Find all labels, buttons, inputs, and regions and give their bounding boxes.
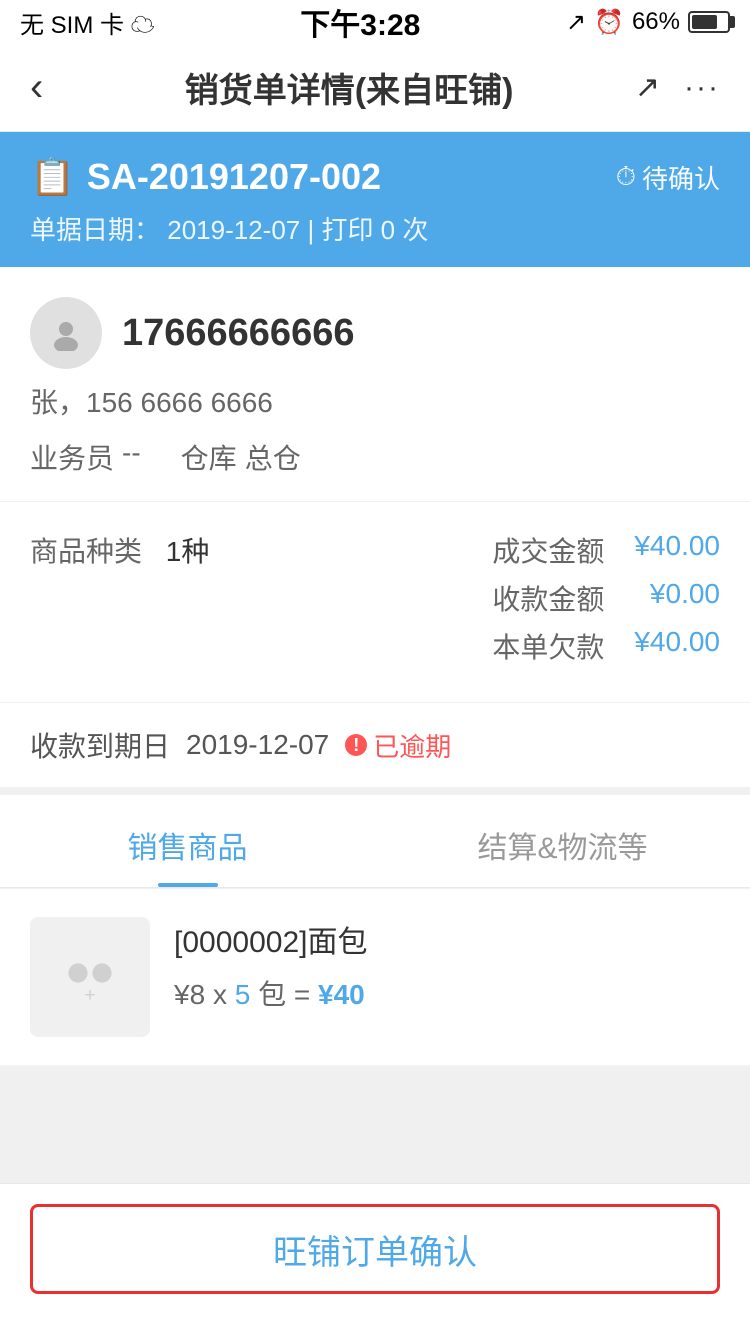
order-icon: 📋 xyxy=(30,156,75,198)
battery-icon xyxy=(688,11,730,33)
due-date-section: 收款到期日 2019-12-07 ! 已逾期 xyxy=(0,703,750,795)
summary-section: 商品种类 1种 成交金额 ¥40.00 收款金额 ¥0.00 本单欠款 ¥40.… xyxy=(0,502,750,703)
salesman-value: -- xyxy=(122,437,141,477)
product-type-value: 1种 xyxy=(166,536,210,567)
sim-status: 无 SIM 卡 ☁ xyxy=(20,5,155,40)
received-label: 收款金额 xyxy=(492,578,604,618)
order-date: 单据日期： 2019-12-07 | 打印 0 次 xyxy=(30,210,720,247)
tab-bar: 销售商品 结算&物流等 xyxy=(0,795,750,888)
customer-name: 张，156 6666 6666 xyxy=(30,381,720,421)
order-id: 📋 SA-20191207-002 xyxy=(30,156,381,198)
due-date-label: 收款到期日 xyxy=(30,725,170,765)
alarm-icon: ⏰ xyxy=(594,8,624,37)
svg-text:+: + xyxy=(84,985,95,1006)
warehouse-value: 总仓 xyxy=(245,437,301,477)
status-time: 下午3:28 xyxy=(300,0,420,44)
battery-text: 66% xyxy=(632,8,680,36)
product-total: ¥40 xyxy=(318,979,365,1010)
received-amount-row: 收款金额 ¥0.00 xyxy=(492,578,720,618)
more-button[interactable]: ··· xyxy=(684,71,720,105)
clock-icon: ⏱ xyxy=(616,161,636,193)
overdue-badge: ! 已逾期 xyxy=(345,727,451,764)
share-button[interactable]: ↗ xyxy=(635,70,660,105)
status-bar: 无 SIM 卡 ☁ 下午3:28 ↗ ⏰ 66% xyxy=(0,0,750,44)
tab-settlement[interactable]: 结算&物流等 xyxy=(375,795,750,887)
customer-section: 17666666666 张，156 6666 6666 业务员 -- 仓库 总仓 xyxy=(0,267,750,502)
customer-meta: 业务员 -- 仓库 总仓 xyxy=(30,437,720,477)
bottom-action-bar: 旺铺订单确认 xyxy=(0,1183,750,1334)
back-button[interactable]: ‹ xyxy=(30,65,63,110)
debt-amount: ¥40.00 xyxy=(634,626,720,666)
confirm-order-button[interactable]: 旺铺订单确认 xyxy=(30,1204,720,1294)
product-qty: 5 xyxy=(235,979,251,1010)
nav-actions: ↗ ··· xyxy=(635,70,720,105)
product-item: + [0000002]面包 ¥8 x 5 包 = ¥40 xyxy=(0,889,750,1066)
salesman-label: 业务员 xyxy=(30,437,114,477)
received-amount: ¥0.00 xyxy=(650,578,720,618)
transaction-amount-row: 成交金额 ¥40.00 xyxy=(492,530,720,570)
amount-summary: 成交金额 ¥40.00 收款金额 ¥0.00 本单欠款 ¥40.00 xyxy=(492,530,720,674)
overdue-text: 已逾期 xyxy=(373,727,451,764)
product-details: [0000002]面包 ¥8 x 5 包 = ¥40 xyxy=(174,917,720,1013)
order-status: ⏱ 待确认 xyxy=(616,159,720,196)
overdue-dot-icon: ! xyxy=(345,734,367,756)
product-price: ¥8 x 5 包 = ¥40 xyxy=(174,973,720,1013)
debt-amount-row: 本单欠款 ¥40.00 xyxy=(492,626,720,666)
warehouse-label: 仓库 xyxy=(181,437,237,477)
product-type-label: 商品种类 xyxy=(30,536,142,567)
customer-avatar xyxy=(30,297,102,369)
tab-products[interactable]: 销售商品 xyxy=(0,795,375,887)
debt-label: 本单欠款 xyxy=(492,626,604,666)
status-left: 无 SIM 卡 ☁ xyxy=(20,5,155,40)
transaction-label: 成交金额 xyxy=(492,530,604,570)
customer-phone: 17666666666 xyxy=(122,312,354,355)
product-thumbnail: + xyxy=(30,917,150,1037)
product-name: [0000002]面包 xyxy=(174,917,720,961)
nav-bar: ‹ 销货单详情(来自旺铺) ↗ ··· xyxy=(0,44,750,132)
page-title: 销货单详情(来自旺铺) xyxy=(63,63,635,112)
location-icon: ↗ xyxy=(566,8,586,37)
due-date-value: 2019-12-07 xyxy=(186,729,329,761)
product-type: 商品种类 1种 xyxy=(30,530,209,570)
status-right: ↗ ⏰ 66% xyxy=(566,8,730,37)
order-header: 📋 SA-20191207-002 ⏱ 待确认 单据日期： 2019-12-07… xyxy=(0,132,750,267)
transaction-amount: ¥40.00 xyxy=(634,530,720,570)
product-list: + [0000002]面包 ¥8 x 5 包 = ¥40 xyxy=(0,889,750,1066)
